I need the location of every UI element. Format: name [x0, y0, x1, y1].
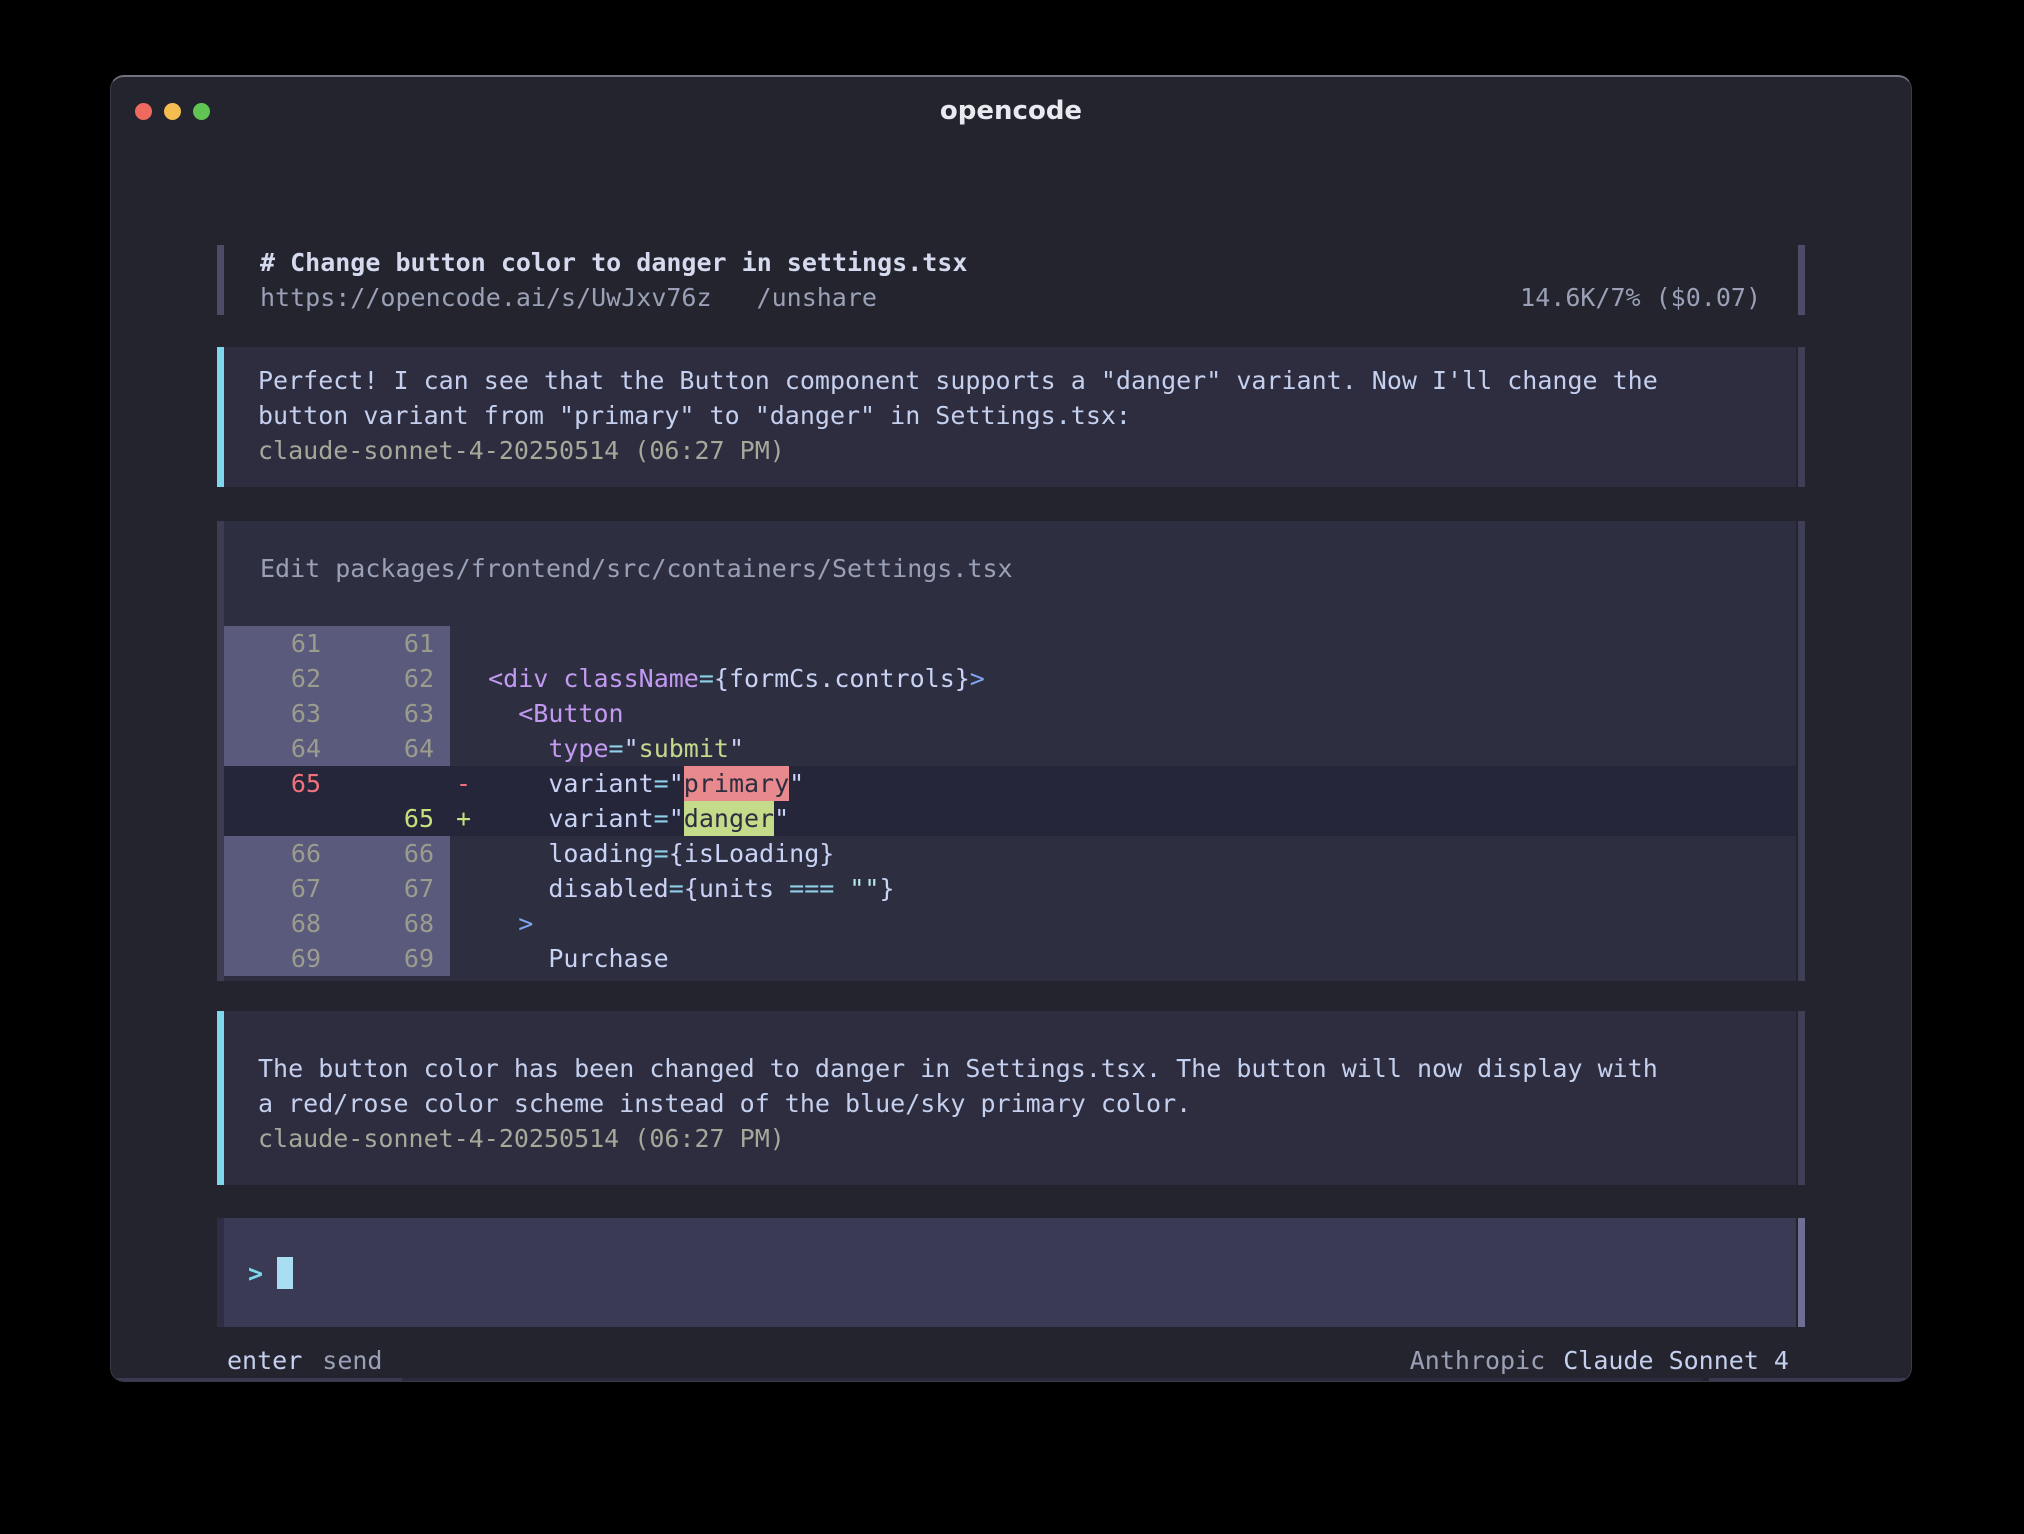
diff-row: 6868 >: [224, 906, 1796, 941]
added-marker: +: [456, 801, 471, 836]
old-line-number: 66: [224, 836, 337, 871]
edit-right-rule: [1798, 521, 1805, 981]
new-line-number: 67: [337, 871, 450, 906]
diff-row: 6363 <Button: [224, 696, 1796, 731]
diff-code-line: loading={isLoading}: [450, 836, 1796, 871]
prompt-input[interactable]: >: [217, 1218, 1805, 1327]
message-right-rule: [1798, 1011, 1805, 1185]
diff-code-line: <Button: [450, 696, 1796, 731]
old-line-number: 64: [224, 731, 337, 766]
old-line-number: 62: [224, 661, 337, 696]
diff-row: 65 - variant="primary": [224, 766, 1796, 801]
message-text-line: Perfect! I can see that the Button compo…: [258, 363, 1760, 398]
new-line-number: 64: [337, 731, 450, 766]
prompt-scrollbar[interactable]: [1798, 1218, 1805, 1327]
new-line-number: 68: [337, 906, 450, 941]
diff-code-line: - variant="primary": [450, 766, 1796, 801]
diff-row: 6464 type="submit": [224, 731, 1796, 766]
edit-tool-card: Edit packages/frontend/src/containers/Se…: [217, 521, 1805, 981]
message-text-line: The button color has been changed to dan…: [258, 1051, 1760, 1086]
diff-code-line: disabled={units === ""}: [450, 871, 1796, 906]
message-text-line: button variant from "primary" to "danger…: [258, 398, 1760, 433]
text-cursor: [277, 1257, 293, 1289]
working-directory: ~/Desktop/Projects/demo-notes-app: [424, 1378, 921, 1382]
new-line-number: 69: [337, 941, 450, 976]
provider-label: Anthropic: [1410, 1346, 1545, 1375]
prompt-symbol: >: [248, 1259, 263, 1288]
diff-code-line: Purchase: [450, 941, 1796, 976]
old-line-number: 61: [224, 626, 337, 661]
header-left-rule: [217, 245, 224, 315]
message-right-rule: [1798, 347, 1805, 487]
footer-hints: enter send Anthropic Claude Sonnet 4: [217, 1343, 1805, 1378]
model-timestamp: claude-sonnet-4-20250514 (06:27 PM): [258, 433, 1760, 468]
model-label: Claude Sonnet 4: [1563, 1346, 1789, 1375]
edit-left-rule: [217, 521, 224, 981]
new-line-number: 61: [337, 626, 450, 661]
app-version-segment: opencode v0.3.11: [111, 1378, 402, 1382]
removed-marker: -: [456, 766, 471, 801]
app-window: opencode # Change button color to danger…: [110, 75, 1912, 1382]
session-title: # Change button color to danger in setti…: [260, 245, 967, 280]
diff-code-line: type="submit": [450, 731, 1796, 766]
new-line-number: 65: [337, 801, 450, 836]
model-timestamp: claude-sonnet-4-20250514 (06:27 PM): [258, 1121, 1760, 1156]
message-accent-bar: [217, 347, 224, 487]
tab-key-hint: tab: [1637, 1378, 1682, 1382]
diff-view: 61616262 <div className={formCs.controls…: [224, 626, 1796, 976]
session-header: # Change button color to danger in setti…: [217, 245, 1805, 315]
session-content: # Change button color to danger in setti…: [111, 145, 1911, 1378]
diff-code-line: >: [450, 906, 1796, 941]
assistant-message: Perfect! I can see that the Button compo…: [217, 347, 1805, 487]
old-line-number: 63: [224, 696, 337, 731]
old-line-number: 67: [224, 871, 337, 906]
new-line-number: 63: [337, 696, 450, 731]
diff-row: 6666 loading={isLoading}: [224, 836, 1796, 871]
mode-toggle[interactable]: BUILD MODE: [1709, 1378, 1911, 1382]
message-accent-bar: [217, 1011, 224, 1185]
title-bar: opencode: [111, 77, 1911, 145]
status-bar: opencode v0.3.11 ~/Desktop/Projects/demo…: [111, 1378, 1911, 1382]
new-line-number: 62: [337, 661, 450, 696]
edit-file-path: Edit packages/frontend/src/containers/Se…: [224, 551, 1796, 586]
assistant-message: The button color has been changed to dan…: [217, 1011, 1805, 1185]
new-line-number: [337, 766, 450, 801]
diff-row: 65+ variant="danger": [224, 801, 1796, 836]
prompt-left-rule: [217, 1218, 224, 1327]
unshare-command[interactable]: /unshare: [757, 280, 877, 315]
diff-code-line: + variant="danger": [450, 801, 1796, 836]
window-title: opencode: [111, 96, 1911, 126]
header-right-rule: [1798, 245, 1805, 315]
share-url[interactable]: https://opencode.ai/s/UwJxv76z: [260, 280, 712, 315]
diff-row: 6969 Purchase: [224, 941, 1796, 976]
new-line-number: 66: [337, 836, 450, 871]
old-line-number: 69: [224, 941, 337, 976]
diff-row: 6262 <div className={formCs.controls}>: [224, 661, 1796, 696]
token-usage-cost: 14.6K/7% ($0.07): [1520, 280, 1761, 315]
send-action-label: send: [322, 1346, 382, 1375]
old-line-number: [224, 801, 337, 836]
old-line-number: 65: [224, 766, 337, 801]
diff-code-line: [450, 626, 1796, 661]
diff-row: 6767 disabled={units === ""}: [224, 871, 1796, 906]
old-line-number: 68: [224, 906, 337, 941]
diff-row: 6161: [224, 626, 1796, 661]
message-text-line: a red/rose color scheme instead of the b…: [258, 1086, 1760, 1121]
enter-key-hint: enter: [227, 1346, 302, 1375]
diff-code-line: <div className={formCs.controls}>: [450, 661, 1796, 696]
